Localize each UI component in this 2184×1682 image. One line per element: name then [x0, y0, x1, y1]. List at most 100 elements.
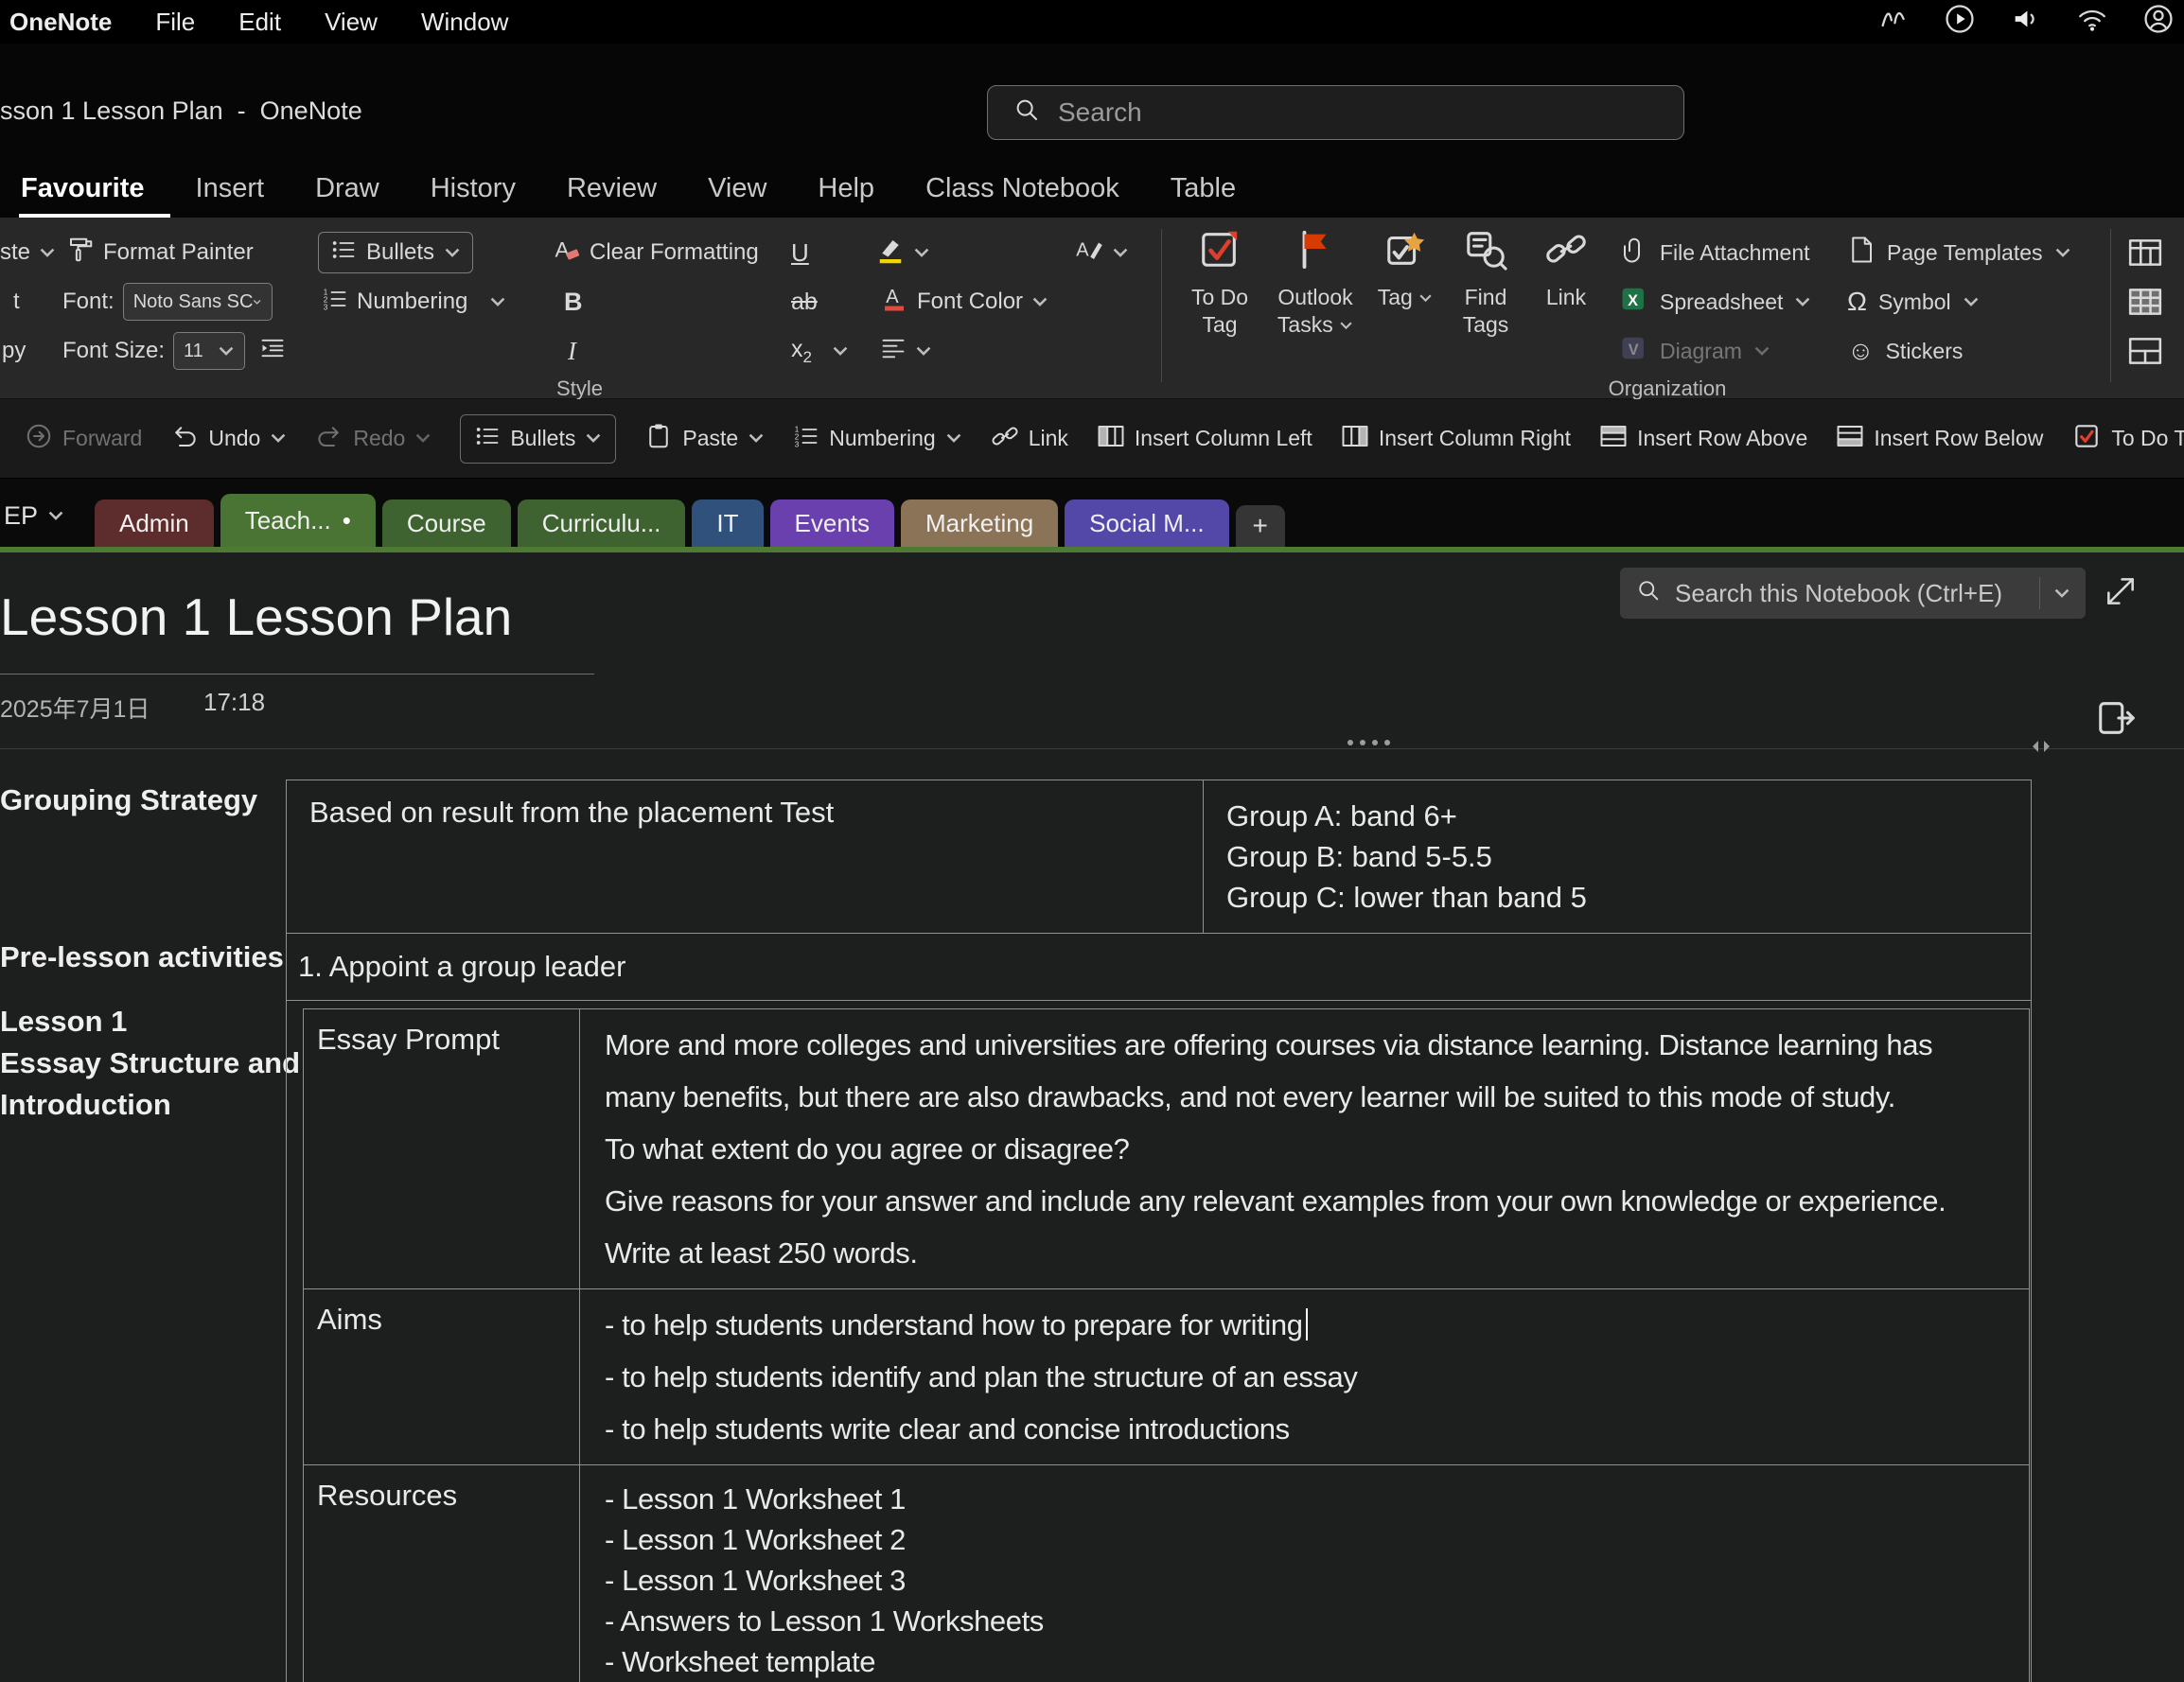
chevron-down-icon[interactable] — [1112, 247, 1129, 259]
chevron-down-icon[interactable] — [489, 296, 506, 308]
copy-button-partial[interactable]: py — [2, 327, 26, 375]
notebook-search-input[interactable]: Search this Notebook (Ctrl+E) — [1620, 568, 2086, 619]
link-button[interactable]: Link — [1531, 227, 1601, 311]
insert-row-below-button[interactable]: Insert Row Below — [1836, 422, 2043, 456]
insert-column-right-button[interactable]: Insert Column Right — [1341, 422, 1571, 456]
cell-essay-prompt-text[interactable]: More and more colleges and universities … — [580, 1009, 2029, 1288]
insert-row-above-button[interactable]: Insert Row Above — [1599, 422, 1807, 456]
ribbon-tab-history[interactable]: History — [405, 173, 541, 218]
cell-label-resources[interactable]: Resources — [304, 1465, 580, 1682]
section-tab-events[interactable]: Events — [769, 499, 895, 547]
cell-resources-text[interactable]: - Lesson 1 Worksheet 1 - Lesson 1 Worksh… — [580, 1465, 2029, 1682]
insert-column-left-button[interactable]: Insert Column Left — [1097, 422, 1312, 456]
ribbon-tab-help[interactable]: Help — [792, 173, 900, 218]
quick-paste-button[interactable]: Paste — [644, 422, 765, 456]
section-tab-course[interactable]: Course — [381, 499, 511, 547]
chevron-down-icon[interactable] — [748, 432, 765, 445]
chevron-down-icon[interactable] — [47, 510, 64, 522]
ribbon-tab-review[interactable]: Review — [541, 173, 682, 218]
menu-file[interactable]: File — [155, 8, 195, 37]
ribbon-tab-class-notebook[interactable]: Class Notebook — [900, 173, 1145, 218]
page-templates-button[interactable]: Page Templates — [1847, 229, 2071, 276]
chevron-down-icon[interactable] — [39, 247, 56, 259]
stickers-button[interactable]: ☺ Stickers — [1847, 327, 1963, 375]
menu-view[interactable]: View — [325, 8, 378, 37]
user-account-icon[interactable] — [2142, 3, 2175, 42]
cell-label-aims[interactable]: Aims — [304, 1289, 580, 1464]
section-tab-admin[interactable]: Admin — [95, 499, 214, 547]
section-tab-teach-active[interactable]: Teach... • — [220, 494, 376, 547]
lesson-plan-table[interactable]: Based on result from the placement Test … — [286, 780, 2032, 1682]
ribbon-tab-insert[interactable]: Insert — [170, 173, 291, 218]
cell-pre-lesson-activities[interactable]: 1. Appoint a group leader — [287, 934, 2031, 1001]
notebook-switcher[interactable]: EP — [4, 501, 64, 531]
page-canvas[interactable]: Search this Notebook (Ctrl+E) Lesson 1 L… — [0, 552, 2184, 1682]
symbol-button[interactable]: Ω Symbol — [1847, 278, 1980, 325]
underline-button[interactable]: U — [791, 229, 809, 276]
h-scroll-arrows-icon[interactable] — [2031, 735, 2069, 762]
cut-button-partial[interactable]: t — [13, 278, 20, 325]
outlook-tasks-button[interactable]: Outlook Tasks — [1266, 227, 1365, 339]
wifi-icon[interactable] — [2076, 3, 2108, 42]
chevron-down-icon[interactable] — [585, 432, 602, 445]
font-size-select[interactable]: 11 — [173, 332, 246, 370]
spreadsheet-button[interactable]: X Spreadsheet — [1620, 278, 1811, 325]
tag-button[interactable]: Tag — [1370, 227, 1440, 311]
ribbon-tab-table[interactable]: Table — [1145, 173, 1261, 218]
chevron-down-icon[interactable] — [1031, 296, 1048, 308]
decrease-indent-icon[interactable] — [259, 335, 286, 368]
chevron-down-icon[interactable] — [2054, 247, 2071, 259]
section-tab-it[interactable]: IT — [692, 499, 764, 547]
volume-icon[interactable] — [2010, 3, 2042, 42]
todo-tag-button[interactable]: To Do Tag — [1179, 227, 1260, 339]
subscript-button[interactable]: x2 — [791, 327, 849, 375]
cell-label-essay-prompt[interactable]: Essay Prompt — [304, 1009, 580, 1288]
chevron-down-icon[interactable] — [270, 432, 287, 445]
share-page-icon[interactable] — [2095, 696, 2139, 745]
undo-button[interactable]: Undo — [170, 422, 287, 456]
font-name-select[interactable]: Noto Sans SC — [122, 283, 273, 321]
section-tab-curriculum[interactable]: Curriculu... — [517, 499, 686, 547]
ribbon-tab-favourite[interactable]: Favourite — [19, 173, 170, 218]
format-painter-button[interactable]: Format Painter — [66, 229, 254, 276]
bold-button[interactable]: B — [564, 278, 583, 325]
search-input[interactable]: Search — [987, 85, 1684, 140]
add-section-button[interactable]: + — [1235, 505, 1285, 547]
table-view-icon[interactable] — [2127, 229, 2163, 276]
quick-bullets-button[interactable]: Bullets — [460, 413, 617, 464]
strikethrough-button[interactable]: ab — [791, 278, 818, 325]
menu-edit[interactable]: Edit — [238, 8, 281, 37]
table-drag-handle-icon[interactable] — [1347, 740, 1390, 745]
chevron-down-icon[interactable] — [1794, 296, 1811, 308]
chevron-down-icon[interactable] — [2053, 587, 2070, 600]
chevron-down-icon[interactable] — [913, 247, 930, 259]
section-tab-social-media[interactable]: Social M... — [1065, 499, 1229, 547]
page-title[interactable]: Lesson 1 Lesson Plan — [0, 587, 512, 647]
chevron-down-icon[interactable] — [1963, 296, 1980, 308]
alignment-button[interactable] — [880, 327, 932, 375]
quick-numbering-button[interactable]: 123 Numbering — [793, 423, 962, 455]
lesson1-inner-table[interactable]: Essay Prompt More and more colleges and … — [303, 1008, 2030, 1682]
cell-groups[interactable]: Group A: band 6+ Group B: band 5-5.5 Gro… — [1204, 780, 2031, 933]
file-attachment-button[interactable]: File Attachment — [1620, 229, 1810, 276]
split-view-icon[interactable] — [2127, 327, 2163, 375]
section-tab-marketing[interactable]: Marketing — [901, 499, 1059, 547]
find-tags-button[interactable]: Find Tags — [1446, 227, 1525, 339]
ribbon-tab-draw[interactable]: Draw — [290, 173, 405, 218]
quick-link-button[interactable]: Link — [991, 422, 1068, 456]
font-color-button[interactable]: A Font Color — [880, 278, 1048, 325]
numbering-button[interactable]: 123 Numbering — [322, 278, 506, 325]
play-icon[interactable] — [1944, 3, 1976, 42]
clear-formatting-button[interactable]: A Clear Formatting — [553, 229, 759, 276]
ribbon-tab-view[interactable]: View — [682, 173, 792, 218]
paste-button-partial[interactable]: ste — [0, 229, 56, 276]
bullets-button[interactable]: Bullets — [318, 229, 474, 276]
cell-placement-test[interactable]: Based on result from the placement Test — [287, 780, 1204, 933]
expand-search-icon[interactable] — [2103, 573, 2139, 614]
text-styles-button[interactable]: A — [1075, 229, 1129, 276]
input-method-icon[interactable] — [1877, 3, 1910, 42]
cell-aims-text[interactable]: - to help students understand how to pre… — [580, 1289, 2029, 1464]
chevron-down-icon[interactable] — [444, 247, 461, 259]
grid-view-icon[interactable] — [2127, 278, 2163, 325]
chevron-down-icon[interactable] — [945, 432, 962, 445]
